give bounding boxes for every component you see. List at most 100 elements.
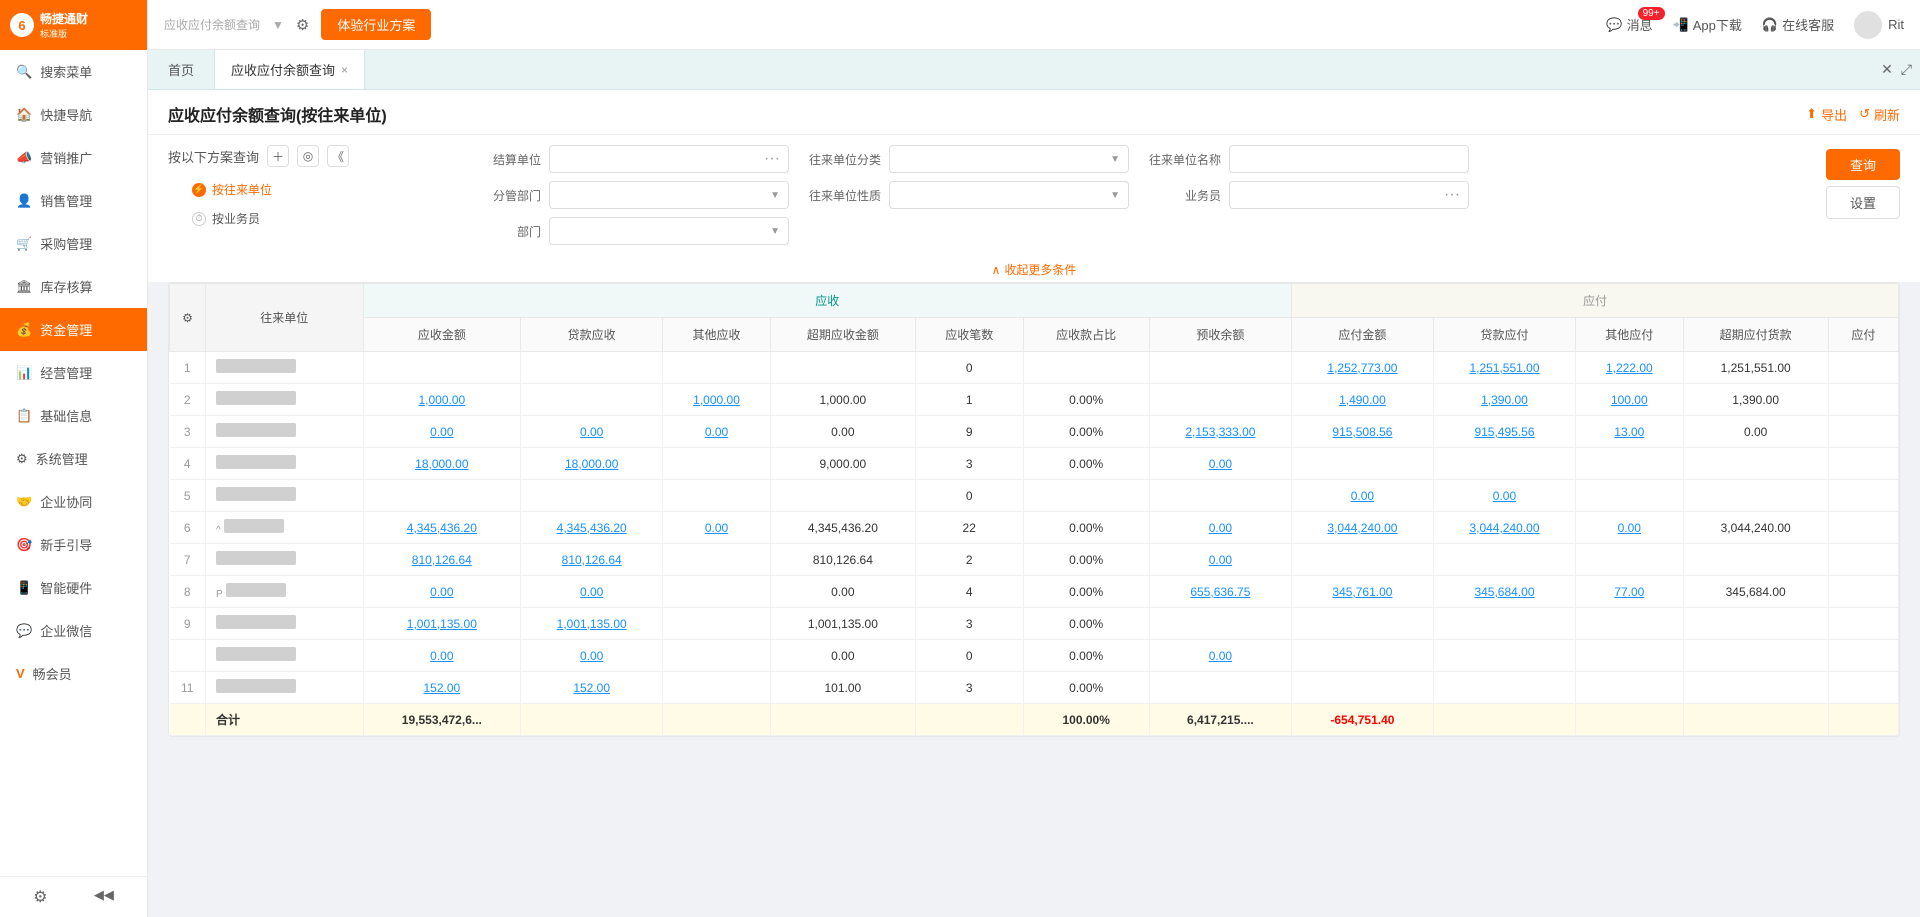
row-ar-other bbox=[663, 576, 771, 608]
row-ar-loan[interactable]: 0.00 bbox=[521, 576, 663, 608]
tab-home[interactable]: 首页 bbox=[148, 50, 215, 89]
row-ap-other[interactable]: 1,222.00 bbox=[1576, 352, 1684, 384]
row-ap-loan[interactable]: 3,044,240.00 bbox=[1433, 512, 1575, 544]
row-ar-other[interactable]: 1,000.00 bbox=[663, 384, 771, 416]
row-ap-amount[interactable]: 1,252,773.00 bbox=[1291, 352, 1433, 384]
row-ar-prepay[interactable]: 0.00 bbox=[1149, 512, 1291, 544]
row-ar-amount[interactable]: 810,126.64 bbox=[363, 544, 521, 576]
row-ap-amount[interactable]: 915,508.56 bbox=[1291, 416, 1433, 448]
scheme-by-partner[interactable]: ⚡ 按往来单位 bbox=[184, 177, 349, 202]
tab-maximize-icon[interactable]: ⤢ bbox=[1901, 61, 1912, 78]
plan-btn[interactable]: 体验行业方案 bbox=[321, 9, 431, 40]
salesperson-input[interactable]: ··· bbox=[1229, 181, 1469, 209]
row-ap-other bbox=[1576, 480, 1684, 512]
row-ar-loan[interactable]: 18,000.00 bbox=[521, 448, 663, 480]
row-ap-loan[interactable]: 915,495.56 bbox=[1433, 416, 1575, 448]
sidebar-item-baseinfo[interactable]: 📋 基础信息 bbox=[0, 394, 147, 437]
table-row: 2 1,000.00 1,000.00 1,000.00 1 0.00% 1,4… bbox=[170, 384, 1899, 416]
row-ar-other[interactable]: 0.00 bbox=[663, 416, 771, 448]
row-ap-loan[interactable]: 345,684.00 bbox=[1433, 576, 1575, 608]
row-ap-amount[interactable]: 1,490.00 bbox=[1291, 384, 1433, 416]
export-button[interactable]: ⬆ 导出 bbox=[1806, 105, 1847, 124]
row-ap-loan[interactable]: 0.00 bbox=[1433, 480, 1575, 512]
app-download-btn[interactable]: 📲 App下载 bbox=[1673, 15, 1742, 34]
online-service-btn[interactable]: 🎧 在线客服 bbox=[1762, 15, 1834, 34]
user-avatar-area[interactable]: Rit bbox=[1854, 11, 1904, 39]
tab-close-icon[interactable]: × bbox=[341, 63, 348, 77]
sidebar-item-member[interactable]: V 畅会员 bbox=[0, 652, 147, 695]
row-ap-loan[interactable]: 1,251,551.00 bbox=[1433, 352, 1575, 384]
filter-settings-icon[interactable]: ◎ bbox=[297, 145, 319, 167]
row-ar-loan[interactable]: 1,001,135.00 bbox=[521, 608, 663, 640]
row-ar-prepay[interactable]: 655,636.75 bbox=[1149, 576, 1291, 608]
row-ar-amount[interactable]: 4,345,436.20 bbox=[363, 512, 521, 544]
sidebar-item-search[interactable]: 🔍 搜索菜单 bbox=[0, 50, 147, 93]
row-partner-name bbox=[206, 608, 364, 640]
sidebar-item-smarthw[interactable]: 📱 智能硬件 bbox=[0, 566, 147, 609]
row-ar-loan[interactable]: 0.00 bbox=[521, 640, 663, 672]
sidebar-item-beginner[interactable]: 🎯 新手引导 bbox=[0, 523, 147, 566]
sidebar-item-enterprise-wx[interactable]: 💬 企业微信 bbox=[0, 609, 147, 652]
scheme-by-staff[interactable]: ⏱ 按业务员 bbox=[184, 206, 349, 231]
row-ar-amount[interactable]: 152.00 bbox=[363, 672, 521, 704]
row-ap-amount[interactable]: 3,044,240.00 bbox=[1291, 512, 1433, 544]
partner-category-chevron: ▼ bbox=[1110, 154, 1120, 165]
data-table: ⚙ 往来单位 应收 应付 应收金额 贷款应收 其他应收 超期应收金额 应收笔数 … bbox=[169, 283, 1899, 736]
collapse-btn[interactable]: ∧ 收起更多条件 bbox=[148, 257, 1920, 282]
row-ar-loan[interactable]: 810,126.64 bbox=[521, 544, 663, 576]
row-ar-amount[interactable]: 0.00 bbox=[363, 640, 521, 672]
row-ar-loan[interactable]: 0.00 bbox=[521, 416, 663, 448]
row-ap-other[interactable]: 13.00 bbox=[1576, 416, 1684, 448]
dept-select[interactable]: ▼ bbox=[549, 181, 789, 209]
row-ar-other[interactable]: 0.00 bbox=[663, 512, 771, 544]
sidebar-settings-icon[interactable]: ⚙ bbox=[33, 887, 47, 907]
row-ar-loan[interactable]: 152.00 bbox=[521, 672, 663, 704]
row-ar-prepay[interactable]: 2,153,333.00 bbox=[1149, 416, 1291, 448]
header-settings-icon[interactable]: ⚙ bbox=[296, 16, 309, 34]
row-ap-loan[interactable]: 1,390.00 bbox=[1433, 384, 1575, 416]
row-ar-amount[interactable]: 1,001,135.00 bbox=[363, 608, 521, 640]
sidebar-item-inventory[interactable]: 🏛 库存核算 bbox=[0, 265, 147, 308]
row-ap-other[interactable]: 77.00 bbox=[1576, 576, 1684, 608]
sidebar-item-sales[interactable]: 👤 销售管理 bbox=[0, 179, 147, 222]
query-button[interactable]: 查询 bbox=[1826, 149, 1900, 180]
row-ar-ratio: 0.00% bbox=[1023, 608, 1149, 640]
settings-button[interactable]: 设置 bbox=[1826, 186, 1900, 219]
row-ar-amount[interactable]: 18,000.00 bbox=[363, 448, 521, 480]
row-ar-prepay[interactable]: 0.00 bbox=[1149, 544, 1291, 576]
app-download-icon: 📲 bbox=[1673, 17, 1689, 33]
row-ar-loan[interactable]: 4,345,436.20 bbox=[521, 512, 663, 544]
row-ap-amount bbox=[1291, 672, 1433, 704]
tab-active-ar[interactable]: 应收应付余额查询 × bbox=[215, 50, 365, 89]
sidebar-item-operations[interactable]: 📊 经营管理 bbox=[0, 351, 147, 394]
partner-category-select[interactable]: ▼ bbox=[889, 145, 1129, 173]
partner-name-input[interactable] bbox=[1229, 145, 1469, 173]
tab-close-window-icon[interactable]: ✕ bbox=[1881, 61, 1893, 78]
notify-btn[interactable]: 💬 消息 99+ bbox=[1606, 15, 1652, 34]
sidebar-collapse-icon[interactable]: ◀◀ bbox=[94, 887, 114, 907]
sidebar-item-funds[interactable]: 💰 资金管理 bbox=[0, 308, 147, 351]
row-ap-amount[interactable]: 345,761.00 bbox=[1291, 576, 1433, 608]
row-ar-amount[interactable]: 0.00 bbox=[363, 416, 521, 448]
sidebar-item-marketing[interactable]: 📣 营销推广 bbox=[0, 136, 147, 179]
row-ar-amount[interactable]: 0.00 bbox=[363, 576, 521, 608]
partner-nature-select[interactable]: ▼ bbox=[889, 181, 1129, 209]
gear-col-header[interactable]: ⚙ bbox=[170, 284, 206, 352]
sidebar-item-system[interactable]: ⚙ 系统管理 bbox=[0, 437, 147, 480]
settlement-unit-input[interactable]: ··· bbox=[549, 145, 789, 173]
refresh-button[interactable]: ↺ 刷新 bbox=[1859, 105, 1900, 124]
row-ap-amount[interactable]: 0.00 bbox=[1291, 480, 1433, 512]
row-num: 11 bbox=[170, 672, 206, 704]
row-ap-other[interactable]: 0.00 bbox=[1576, 512, 1684, 544]
sidebar-item-quicknav[interactable]: 🏠 快捷导航 bbox=[0, 93, 147, 136]
sidebar-item-enterprise[interactable]: 🤝 企业协同 bbox=[0, 480, 147, 523]
filter-add-icon[interactable]: ＋ bbox=[267, 145, 289, 167]
row-ap-overdue bbox=[1683, 544, 1828, 576]
filter-collapse-icon[interactable]: 《 bbox=[327, 145, 349, 167]
row-ap-other[interactable]: 100.00 bbox=[1576, 384, 1684, 416]
sidebar-item-purchase[interactable]: 🛒 采购管理 bbox=[0, 222, 147, 265]
department-select[interactable]: ▼ bbox=[549, 217, 789, 245]
row-ar-prepay[interactable]: 0.00 bbox=[1149, 448, 1291, 480]
row-ar-amount[interactable]: 1,000.00 bbox=[363, 384, 521, 416]
row-ar-prepay[interactable]: 0.00 bbox=[1149, 640, 1291, 672]
